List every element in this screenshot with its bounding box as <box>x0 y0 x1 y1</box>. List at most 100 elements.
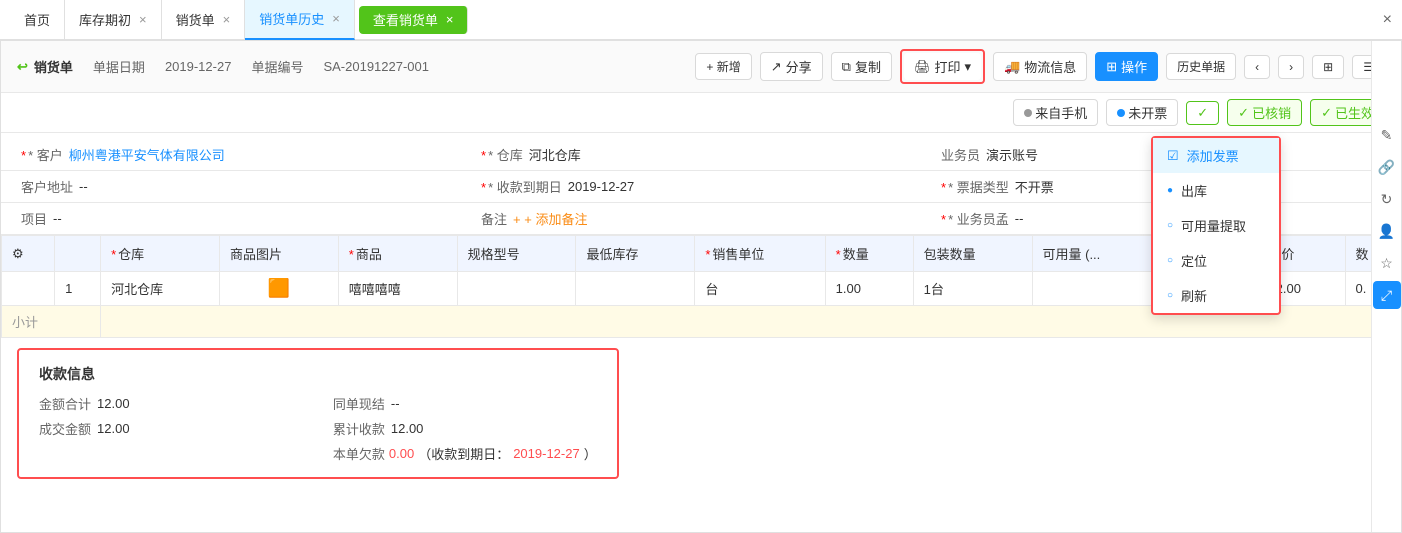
available-qty-icon: ○ <box>1167 220 1173 231</box>
tab-home-label: 首页 <box>24 10 50 29</box>
tab-bar: 首页 库存期初 × 销货单 × 销货单历史 × 查看销货单 × × <box>0 0 1402 40</box>
tab-home[interactable]: 首页 <box>10 0 65 40</box>
logistics-button[interactable]: 🚚 物流信息 <box>993 52 1087 81</box>
cell-pack-qty: 1台 <box>913 272 1032 306</box>
delivery-label: 出库 <box>1181 181 1207 200</box>
dropdown-available-qty[interactable]: ○ 可用量提取 <box>1153 208 1279 243</box>
not-opened-button[interactable]: 未开票 <box>1106 99 1178 126</box>
sidebar-refresh-icon[interactable]: ↻ <box>1373 185 1401 213</box>
col-spec: 规格型号 <box>457 236 576 272</box>
not-opened-dot <box>1117 109 1125 117</box>
col-pack-qty: 包装数量 <box>913 236 1032 272</box>
warehouse-value: 河北仓库 <box>529 145 581 164</box>
col-settings[interactable]: ⚙ <box>2 236 55 272</box>
sidebar-link-icon[interactable]: 🔗 <box>1373 153 1401 181</box>
copy-button[interactable]: ⧉ 复制 <box>831 52 892 81</box>
already-reversed-label: 已核销 <box>1252 103 1291 122</box>
print-icon: 🖨 <box>914 59 931 75</box>
check-icon-btn[interactable]: ✓ <box>1186 101 1219 125</box>
prev-button[interactable]: ‹ <box>1244 55 1270 79</box>
toolbar-right: + 新增 ↗ 分享 ⧉ 复制 🖨 打印 ▾ 🚚 <box>695 49 1385 84</box>
operation-label: 操作 <box>1121 57 1147 76</box>
cumulative-label: 累计收款 <box>333 419 385 438</box>
cell-unit: 台 <box>695 272 825 306</box>
check-icon: ✓ <box>1197 105 1208 121</box>
project-field: 项目 -- <box>21 209 461 228</box>
print-button[interactable]: 🖨 打印 ▾ <box>904 53 981 80</box>
not-opened-label: 未开票 <box>1128 103 1167 122</box>
copy-icon: ⧉ <box>842 59 851 75</box>
customer-value[interactable]: 柳州粤港平安气体有限公司 <box>69 145 225 164</box>
sidebar-star-icon[interactable]: ☆ <box>1373 249 1401 277</box>
new-button[interactable]: + 新增 <box>695 53 751 80</box>
doc-date-value: 2019-12-27 <box>165 59 232 74</box>
col-unit: *销售单位 <box>695 236 825 272</box>
grid-view-button[interactable]: ⊞ <box>1312 55 1344 79</box>
delivery-icon: ● <box>1167 185 1173 196</box>
next-button[interactable]: › <box>1278 55 1304 79</box>
payment-grid: 金额合计 12.00 同单现结 -- 成交金额 12.00 累计收款 12.00 <box>39 394 597 463</box>
tab-view-sales-close[interactable]: × <box>446 12 454 27</box>
tab-sales[interactable]: 销货单 × <box>162 0 246 40</box>
cell-seq: 1 <box>55 272 101 306</box>
tab-inventory[interactable]: 库存期初 × <box>65 0 162 40</box>
cell-available <box>1032 272 1160 306</box>
already-reversed-badge: ✓ 已核销 <box>1227 99 1302 126</box>
right-sidebar: ✎ 🔗 ↻ 👤 ☆ ⤢ <box>1371 41 1401 532</box>
staff-value: 演示账号 <box>986 145 1038 164</box>
payment-date-label: * 收款到期日 <box>481 177 562 196</box>
sidebar-user-icon[interactable]: 👤 <box>1373 217 1401 245</box>
payment-info: 收款信息 金额合计 12.00 同单现结 -- 成交金额 12.00 <box>17 348 619 479</box>
bill-type-label: * 票据类型 <box>941 177 1009 196</box>
salesman-label: * 业务员孟 <box>941 209 1009 228</box>
refresh-icon: ○ <box>1167 290 1173 301</box>
transaction-row: 成交金额 12.00 <box>39 419 303 438</box>
tab-sales-close[interactable]: × <box>223 12 231 27</box>
dropdown-add-invoice[interactable]: ☑ 添加发票 <box>1153 138 1279 173</box>
tab-sales-label: 销货单 <box>176 10 215 29</box>
cell-product: 嘻嘻嘻嘻 <box>338 272 457 306</box>
address-label: 客户地址 <box>21 177 73 196</box>
share-label: 分享 <box>786 57 812 76</box>
transaction-value: 12.00 <box>97 421 130 436</box>
document-header: ↩ 销货单 单据日期 2019-12-27 单据编号 SA-20191227-0… <box>1 41 1401 93</box>
owe-row: 本单欠款 0.00 （收款到期日： 2019-12-27 ） <box>333 444 597 463</box>
tab-sales-history[interactable]: 销货单历史 × <box>245 0 355 40</box>
col-warehouse: *仓库 <box>101 236 220 272</box>
second-toolbar: 来自手机 未开票 ✓ ✓ 已核销 ✓ 已生效 <box>1 93 1401 133</box>
share-button[interactable]: ↗ 分享 <box>760 52 823 81</box>
doc-date-label: 单据日期 <box>93 57 145 76</box>
sidebar-expand-icon[interactable]: ⤢ <box>1373 281 1401 309</box>
tab-inventory-close[interactable]: × <box>139 12 147 27</box>
document-title: ↩ 销货单 <box>17 57 73 76</box>
dropdown-refresh[interactable]: ○ 刷新 <box>1153 278 1279 313</box>
logistics-label: 物流信息 <box>1024 57 1076 76</box>
owe-label: 本单欠款 <box>333 444 385 463</box>
payment-title: 收款信息 <box>39 364 597 384</box>
product-image: 🟧 <box>268 278 290 298</box>
check-mark: ✓ <box>1238 105 1249 121</box>
dropdown-locate[interactable]: ○ 定位 <box>1153 243 1279 278</box>
doc-title-icon: ↩ <box>17 59 28 75</box>
operation-button[interactable]: ⊞ 操作 <box>1095 52 1158 81</box>
add-invoice-label: 添加发票 <box>1187 146 1239 165</box>
effective-check: ✓ <box>1321 105 1332 121</box>
operation-icon: ⊞ <box>1106 59 1117 75</box>
due-date-value: 2019-12-27 <box>513 446 580 461</box>
cumulative-row: 累计收款 12.00 <box>333 419 597 438</box>
tab-sales-history-close[interactable]: × <box>332 11 340 26</box>
tab-view-sales[interactable]: 查看销货单 × <box>359 6 469 34</box>
customer-label: * 客户 <box>21 145 63 164</box>
dropdown-delivery[interactable]: ● 出库 <box>1153 173 1279 208</box>
project-value: -- <box>53 211 62 226</box>
add-remark-button[interactable]: + + 添加备注 <box>513 209 587 228</box>
payment-date-value: 2019-12-27 <box>568 179 635 194</box>
settings-icon[interactable]: ⚙ <box>12 246 24 261</box>
total-value: 12.00 <box>97 396 130 411</box>
sidebar-edit-icon[interactable]: ✎ <box>1373 121 1401 149</box>
from-phone-button[interactable]: 来自手机 <box>1013 99 1098 126</box>
logistics-icon: 🚚 <box>1004 59 1020 75</box>
remark-label: 备注 <box>481 209 507 228</box>
window-close-button[interactable]: × <box>1383 11 1392 29</box>
history-button[interactable]: 历史单据 <box>1166 53 1236 80</box>
